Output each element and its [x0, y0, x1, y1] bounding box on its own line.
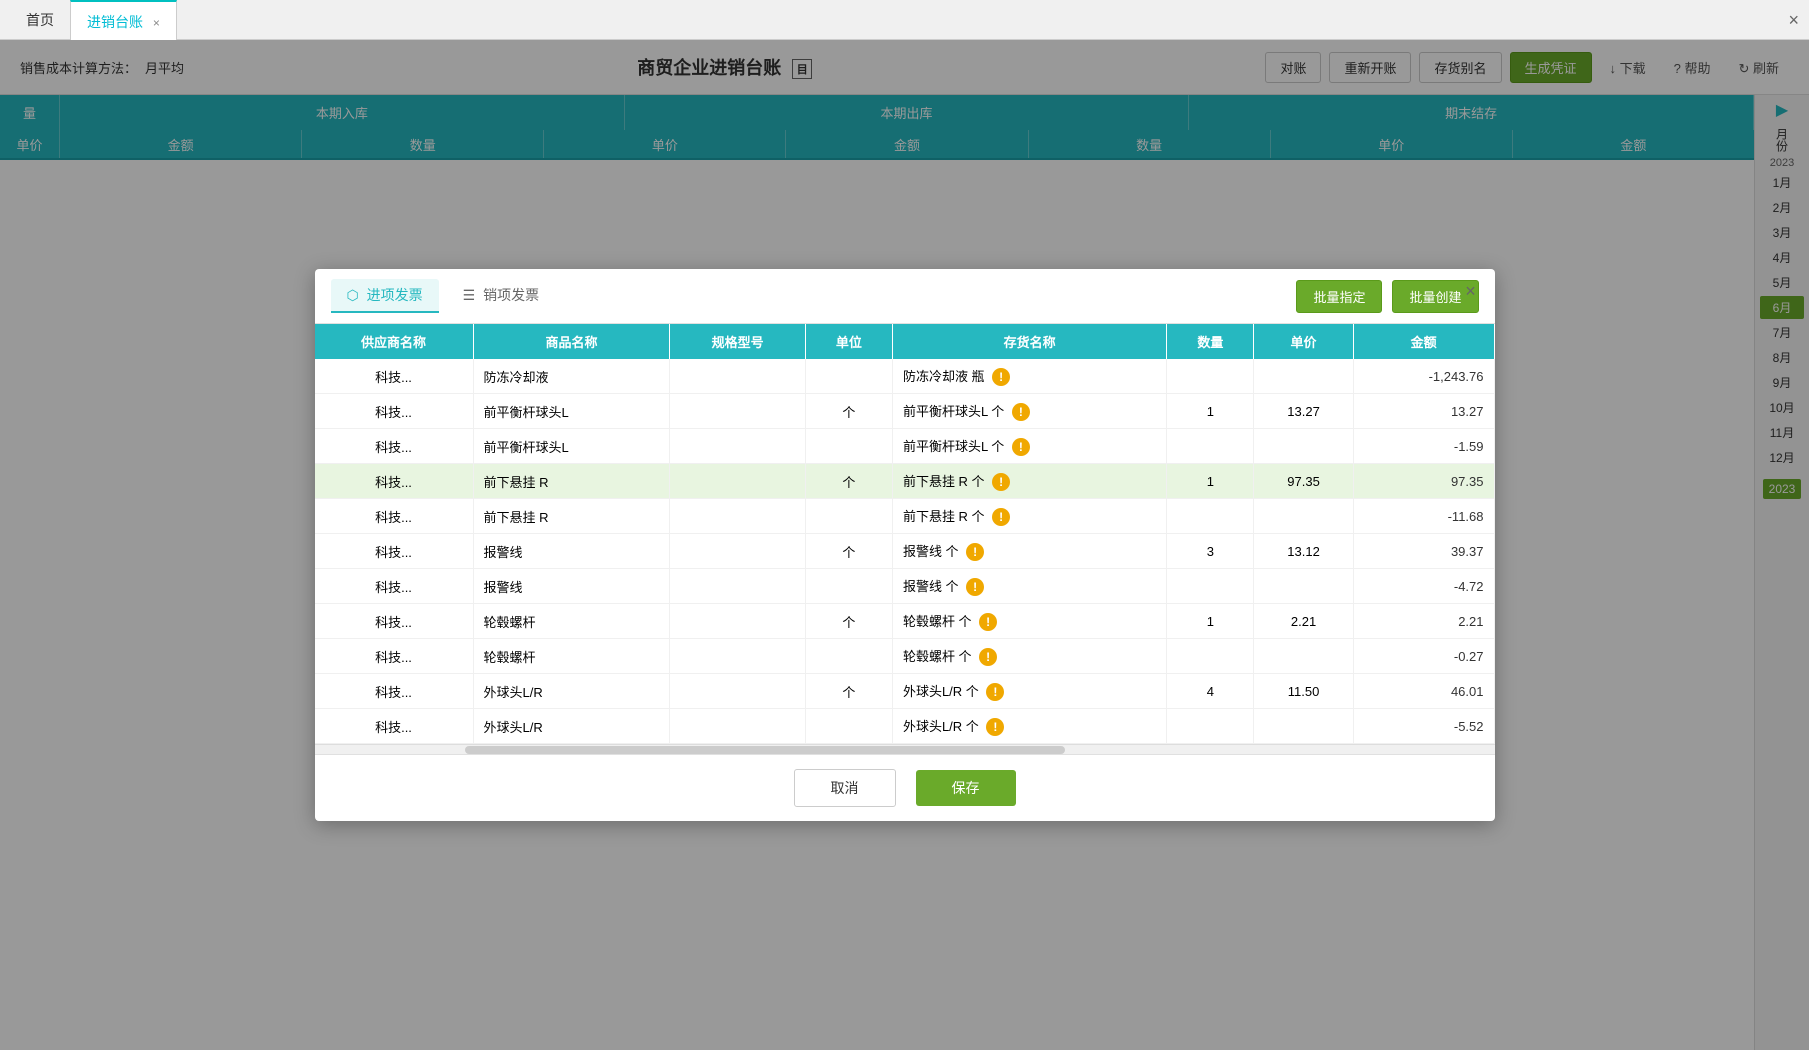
- warning-icon: !: [986, 718, 1004, 736]
- main-area: 销售成本计算方法： 月平均 商贸企业进销台账 目 对账 重新开账 存货别名 生成…: [0, 40, 1809, 1050]
- col-unit: 单位: [805, 324, 892, 359]
- modal-actions: 批量指定 批量创建: [1296, 280, 1478, 313]
- table-row[interactable]: 科技...前平衡杆球头L前平衡杆球头L 个 !-1.59: [315, 429, 1495, 464]
- modal-footer: 取消 保存: [315, 754, 1495, 821]
- warning-icon: !: [986, 683, 1004, 701]
- warning-icon: !: [992, 368, 1010, 386]
- table-row[interactable]: 科技...外球头L/R个外球头L/R 个 !411.5046.01: [315, 674, 1495, 709]
- col-product: 商品名称: [473, 324, 670, 359]
- batch-assign-button[interactable]: 批量指定: [1296, 280, 1382, 313]
- horizontal-scrollbar[interactable]: [315, 744, 1495, 754]
- table-row[interactable]: 科技...外球头L/R外球头L/R 个 !-5.52: [315, 709, 1495, 744]
- tab-home[interactable]: 首页: [10, 0, 70, 40]
- col-qty: 数量: [1167, 324, 1254, 359]
- modal-table-wrap: 供应商名称 商品名称 规格型号 单位 存货名称 数量 单价 金额 科技...防冻…: [315, 324, 1495, 744]
- tab-invoice-in[interactable]: ⬡ 进项发票: [331, 279, 439, 313]
- table-row[interactable]: 科技...前下悬挂 R个前下悬挂 R 个 !197.3597.35: [315, 464, 1495, 499]
- table-row[interactable]: 科技...轮毂螺杆个轮毂螺杆 个 !12.212.21: [315, 604, 1495, 639]
- invoice-in-icon: ⬡: [347, 287, 359, 303]
- cancel-button[interactable]: 取消: [794, 769, 896, 807]
- scrollbar-thumb[interactable]: [465, 746, 1065, 754]
- col-price: 单价: [1254, 324, 1353, 359]
- warning-icon: !: [979, 648, 997, 666]
- col-supplier: 供应商名称: [315, 324, 474, 359]
- modal-header: ⬡ 进项发票 ☰ 销项发票 批量指定 批量创建 ×: [315, 269, 1495, 324]
- modal-overlay: ⬡ 进项发票 ☰ 销项发票 批量指定 批量创建 × 供应: [0, 40, 1809, 1050]
- col-amount: 金额: [1353, 324, 1494, 359]
- warning-icon: !: [992, 508, 1010, 526]
- save-button[interactable]: 保存: [916, 770, 1016, 806]
- tab-invoice-out[interactable]: ☰ 销项发票: [447, 279, 555, 313]
- tab-bar: 首页 进销台账 × ×: [0, 0, 1809, 40]
- window-close-button[interactable]: ×: [1788, 0, 1799, 40]
- tab-close-icon[interactable]: ×: [153, 16, 160, 30]
- warning-icon: !: [979, 613, 997, 631]
- table-row[interactable]: 科技...报警线报警线 个 !-4.72: [315, 569, 1495, 604]
- table-row[interactable]: 科技...轮毂螺杆轮毂螺杆 个 !-0.27: [315, 639, 1495, 674]
- warning-icon: !: [966, 578, 984, 596]
- table-row[interactable]: 科技...报警线个报警线 个 !313.1239.37: [315, 534, 1495, 569]
- invoice-out-icon: ☰: [463, 287, 476, 303]
- warning-icon: !: [992, 473, 1010, 491]
- invoice-table: 供应商名称 商品名称 规格型号 单位 存货名称 数量 单价 金额 科技...防冻…: [315, 324, 1495, 744]
- warning-icon: !: [1012, 438, 1030, 456]
- table-row[interactable]: 科技...前下悬挂 R前下悬挂 R 个 !-11.68: [315, 499, 1495, 534]
- table-row[interactable]: 科技...防冻冷却液防冻冷却液 瓶 !-1,243.76: [315, 359, 1495, 394]
- modal-close-button[interactable]: ×: [1459, 279, 1483, 303]
- col-spec: 规格型号: [670, 324, 805, 359]
- warning-icon: !: [966, 543, 984, 561]
- table-row[interactable]: 科技...前平衡杆球头L个前平衡杆球头L 个 !113.2713.27: [315, 394, 1495, 429]
- tab-ledger[interactable]: 进销台账 ×: [70, 0, 177, 40]
- warning-icon: !: [1012, 403, 1030, 421]
- invoice-modal: ⬡ 进项发票 ☰ 销项发票 批量指定 批量创建 × 供应: [315, 269, 1495, 821]
- col-inventory: 存货名称: [892, 324, 1166, 359]
